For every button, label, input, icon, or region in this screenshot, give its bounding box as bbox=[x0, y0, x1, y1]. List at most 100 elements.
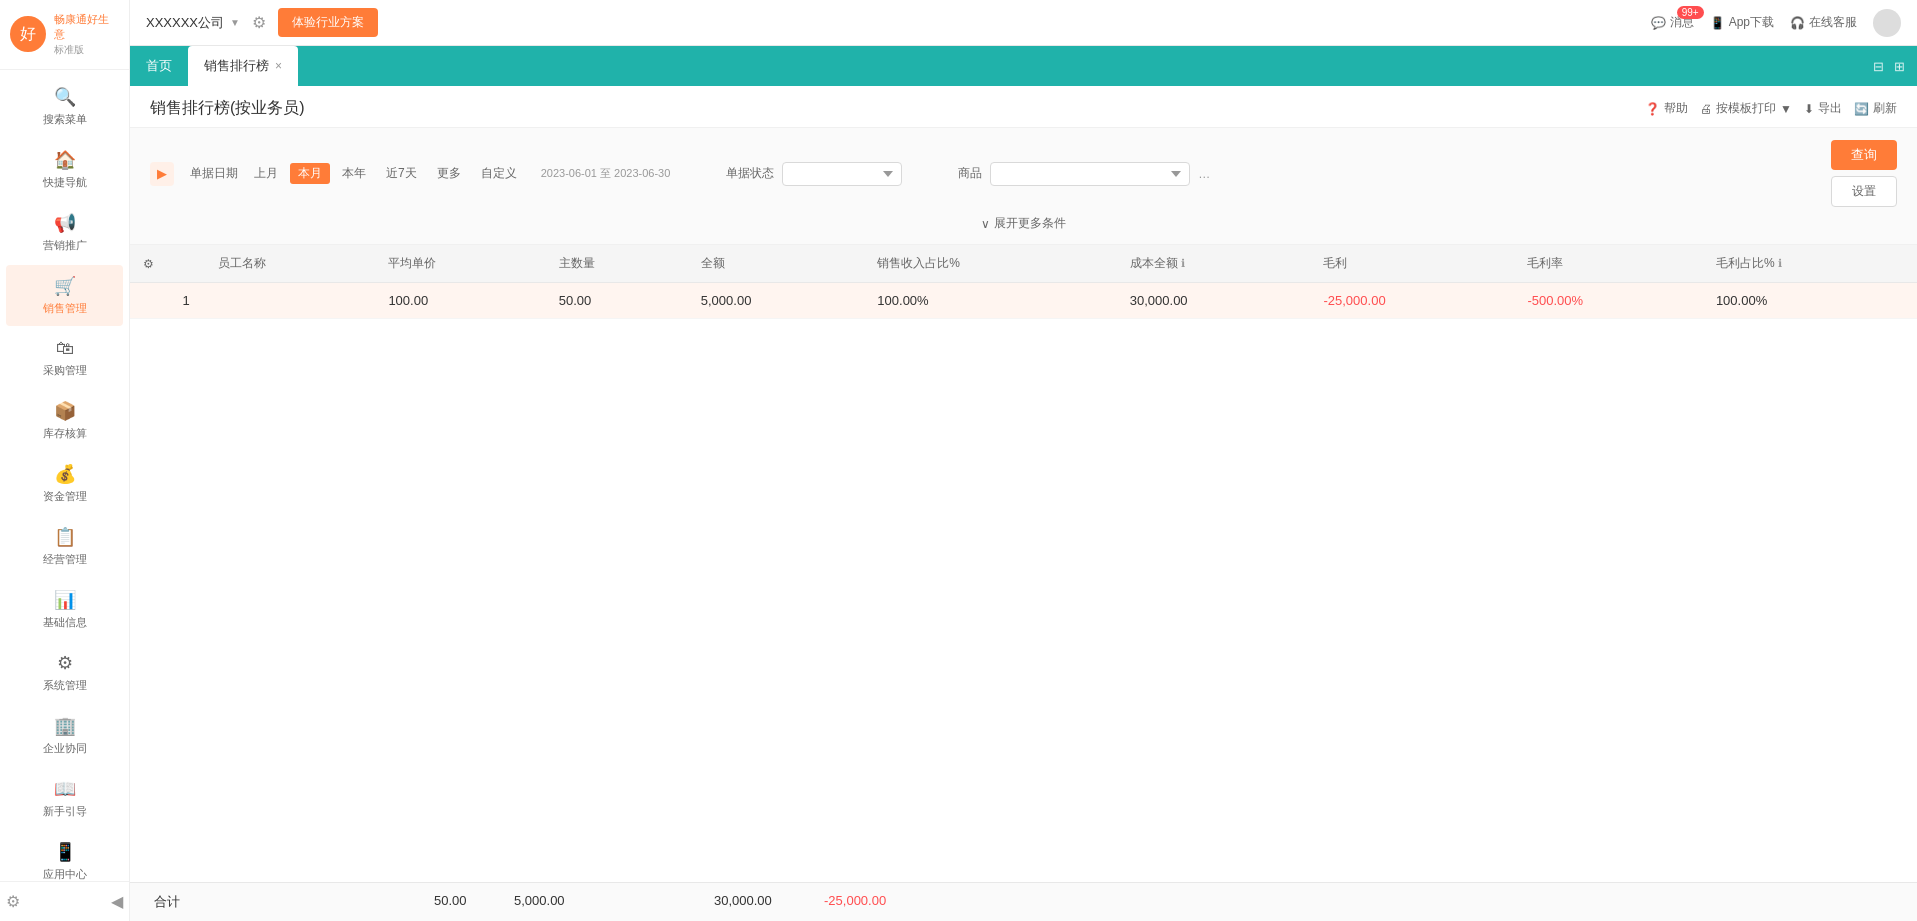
sidebar-item-label: 资金管理 bbox=[43, 489, 87, 504]
filter-actions: 查询 设置 bbox=[1831, 140, 1897, 207]
gross-pct-info-icon[interactable]: ℹ bbox=[1778, 257, 1782, 269]
footer-quantity: 50.00 bbox=[422, 893, 502, 911]
print-label: 按模板打印 bbox=[1716, 100, 1776, 117]
header-gear-icon[interactable]: ⚙ bbox=[252, 13, 266, 32]
expand-btn-label: 展开更多条件 bbox=[994, 215, 1066, 232]
help-button[interactable]: ❓ 帮助 bbox=[1645, 100, 1688, 117]
product-filter-label: 商品 bbox=[958, 165, 982, 182]
settings-footer-btn[interactable]: ⚙ bbox=[6, 892, 20, 911]
print-button[interactable]: 🖨 按模板打印 ▼ bbox=[1700, 100, 1792, 117]
tab-minimize-icon[interactable]: ⊟ bbox=[1873, 59, 1884, 74]
tab-sales-rank[interactable]: 销售排行榜 × bbox=[188, 46, 298, 86]
search-icon: 🔍 bbox=[54, 86, 76, 108]
row-avg-price-cell: 100.00 bbox=[376, 283, 546, 319]
date-tab-this-year[interactable]: 本年 bbox=[334, 163, 374, 184]
table-footer: 合计 50.00 5,000.00 30,000.00 -25,000.00 bbox=[130, 882, 1917, 921]
date-tab-more[interactable]: 更多 bbox=[429, 163, 469, 184]
date-range-display: 2023-06-01 至 2023-06-30 bbox=[541, 166, 671, 181]
sidebar-item-label: 销售管理 bbox=[43, 301, 87, 316]
table-row: 1 100.00 50.00 5,000.00 100.00% 30,000.0… bbox=[130, 283, 1917, 319]
tab-maximize-icon[interactable]: ⊞ bbox=[1894, 59, 1905, 74]
system-icon: ⚙ bbox=[57, 652, 73, 674]
trial-button[interactable]: 体验行业方案 bbox=[278, 8, 378, 37]
chevron-down-expand-icon: ∨ bbox=[981, 217, 990, 231]
app-download-item[interactable]: 📱 App下载 bbox=[1710, 14, 1774, 31]
tab-home-label: 首页 bbox=[146, 57, 172, 75]
filter-area: ▶ 单据日期 上月 本月 本年 近7天 更多 自定义 2023-06-01 至 … bbox=[130, 128, 1917, 245]
sidebar-item-label: 营销推广 bbox=[43, 238, 87, 253]
guide-icon: 📖 bbox=[54, 778, 76, 800]
page-header: 销售排行榜(按业务员) ❓ 帮助 🖨 按模板打印 ▼ ⬇ 导出 🔄 刷新 bbox=[130, 86, 1917, 128]
export-icon: ⬇ bbox=[1804, 102, 1814, 116]
help-label: 帮助 bbox=[1664, 100, 1688, 117]
sidebar-item-search[interactable]: 🔍 搜索菜单 bbox=[6, 76, 123, 137]
sidebar-item-label: 新手引导 bbox=[43, 804, 87, 819]
date-tab-last-month[interactable]: 上月 bbox=[246, 163, 286, 184]
logo-icon: 好 bbox=[10, 16, 46, 52]
filter-arrow-btn[interactable]: ▶ bbox=[150, 162, 174, 186]
main-content: XXXXXX公司 ▼ ⚙ 体验行业方案 💬 消息 99+ 📱 App下载 🎧 在… bbox=[130, 0, 1917, 921]
date-filter-label: 单据日期 bbox=[190, 165, 238, 182]
col-gross-rate: 毛利率 bbox=[1515, 245, 1704, 283]
message-item[interactable]: 💬 消息 99+ bbox=[1651, 14, 1694, 31]
footer-sales-pct bbox=[602, 893, 702, 911]
refresh-button[interactable]: 🔄 刷新 bbox=[1854, 100, 1897, 117]
filter-date-item: 单据日期 上月 本月 本年 近7天 更多 自定义 bbox=[190, 163, 525, 184]
date-tab-custom[interactable]: 自定义 bbox=[473, 163, 525, 184]
inventory-icon: 📦 bbox=[54, 400, 76, 422]
query-button[interactable]: 查询 bbox=[1831, 140, 1897, 170]
tab-home[interactable]: 首页 bbox=[130, 46, 188, 86]
online-support-item[interactable]: 🎧 在线客服 bbox=[1790, 14, 1857, 31]
sidebar-item-quick-nav[interactable]: 🏠 快捷导航 bbox=[6, 139, 123, 200]
sidebar-item-label: 基础信息 bbox=[43, 615, 87, 630]
sidebar-item-finance[interactable]: 💰 资金管理 bbox=[6, 453, 123, 514]
footer-gross: -25,000.00 bbox=[812, 893, 922, 911]
date-tab-7days[interactable]: 近7天 bbox=[378, 163, 425, 184]
sidebar-item-basic-info[interactable]: 📊 基础信息 bbox=[6, 579, 123, 640]
row-gross-rate-cell: -500.00% bbox=[1515, 283, 1704, 319]
sidebar-item-inventory[interactable]: 📦 库存核算 bbox=[6, 390, 123, 451]
col-settings: ⚙ bbox=[130, 245, 166, 283]
product-filter-more[interactable]: … bbox=[1198, 167, 1210, 181]
marketing-icon: 📢 bbox=[54, 212, 76, 234]
avatar[interactable] bbox=[1873, 9, 1901, 37]
tab-close-icon[interactable]: × bbox=[275, 59, 282, 73]
col-sales-pct: 销售收入占比% bbox=[865, 245, 1117, 283]
chevron-down-icon: ▼ bbox=[230, 17, 240, 28]
sidebar-item-guide[interactable]: 📖 新手引导 bbox=[6, 768, 123, 829]
sidebar-item-label: 采购管理 bbox=[43, 363, 87, 378]
logo-sub: 标准版 bbox=[54, 43, 119, 57]
sidebar-item-apps[interactable]: 📱 应用中心 bbox=[6, 831, 123, 881]
sidebar-item-purchase[interactable]: 🛍 采购管理 bbox=[6, 328, 123, 388]
row-cost-cell: 30,000.00 bbox=[1118, 283, 1312, 319]
top-header: XXXXXX公司 ▼ ⚙ 体验行业方案 💬 消息 99+ 📱 App下载 🎧 在… bbox=[130, 0, 1917, 46]
cost-info-icon[interactable]: ℹ bbox=[1181, 257, 1185, 269]
product-filter-input[interactable] bbox=[990, 162, 1190, 186]
col-gross: 毛利 bbox=[1311, 245, 1515, 283]
sidebar-item-label: 企业协同 bbox=[43, 741, 87, 756]
app-download-icon: 📱 bbox=[1710, 16, 1725, 30]
sidebar-item-marketing[interactable]: 📢 营销推广 bbox=[6, 202, 123, 263]
collapse-sidebar-btn[interactable]: ◀ bbox=[111, 892, 123, 911]
export-button[interactable]: ⬇ 导出 bbox=[1804, 100, 1842, 117]
table-container: ⚙ 员工名称 平均单价 主数量 全额 销售收入占比% 成本全额 ℹ 毛利 毛利率 bbox=[130, 245, 1917, 882]
footer-cost: 30,000.00 bbox=[702, 893, 812, 911]
status-filter-select[interactable] bbox=[782, 162, 902, 186]
date-tab-this-month[interactable]: 本月 bbox=[290, 163, 330, 184]
sidebar-item-label: 库存核算 bbox=[43, 426, 87, 441]
sidebar-logo: 好 畅康通好生意 标准版 bbox=[0, 0, 129, 70]
sidebar-item-operations[interactable]: 📋 经营管理 bbox=[6, 516, 123, 577]
column-settings-icon[interactable]: ⚙ bbox=[143, 257, 154, 271]
print-dropdown-icon: ▼ bbox=[1780, 102, 1792, 116]
company-selector[interactable]: XXXXXX公司 ▼ bbox=[146, 14, 240, 32]
sidebar-footer: ⚙ ◀ bbox=[0, 881, 129, 921]
sidebar-item-label: 快捷导航 bbox=[43, 175, 87, 190]
footer-amount: 5,000.00 bbox=[502, 893, 602, 911]
expand-conditions-btn[interactable]: ∨ 展开更多条件 bbox=[150, 215, 1897, 232]
settings-button[interactable]: 设置 bbox=[1831, 176, 1897, 207]
row-gross-pct-cell: 100.00% bbox=[1704, 283, 1917, 319]
footer-label: 合计 bbox=[142, 893, 342, 911]
sidebar-item-enterprise[interactable]: 🏢 企业协同 bbox=[6, 705, 123, 766]
sidebar-item-sales[interactable]: 🛒 销售管理 bbox=[6, 265, 123, 326]
sidebar-item-system[interactable]: ⚙ 系统管理 bbox=[6, 642, 123, 703]
